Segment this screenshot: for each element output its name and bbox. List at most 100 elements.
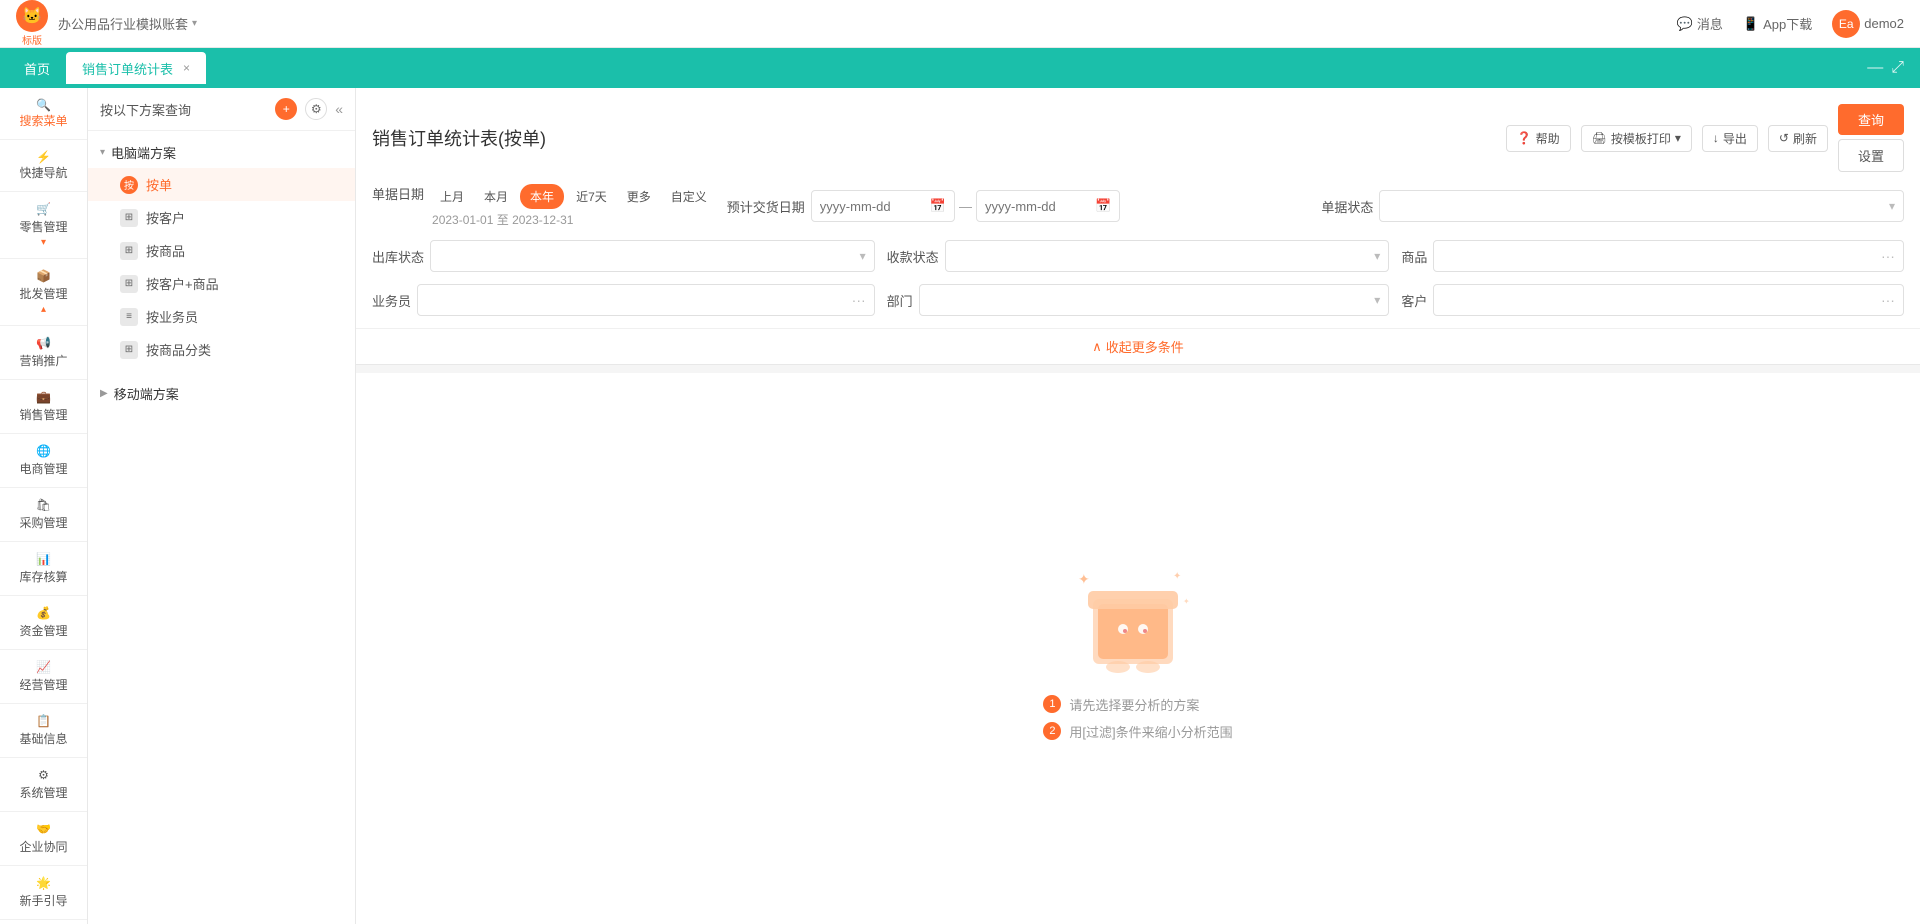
scheme-pc-group[interactable]: ▾ 电脑端方案 bbox=[88, 137, 355, 168]
sidebar-item-corp[interactable]: 🤝 企业协同 bbox=[0, 812, 87, 866]
app-name: 办公用品行业模拟账套 bbox=[58, 14, 188, 33]
sidebar-item-finance[interactable]: 💰 资金管理 bbox=[0, 596, 87, 650]
more-btn[interactable]: 更多 bbox=[619, 184, 659, 209]
sidebar-retail-label: 零售管理 bbox=[19, 218, 67, 235]
payment-status-filter: 收款状态 ▾ bbox=[887, 240, 1390, 272]
sidebar-item-basic[interactable]: 📋 基础信息 bbox=[0, 704, 87, 758]
scheme-item-by-order[interactable]: 按 按单 bbox=[88, 168, 355, 201]
sidebar-item-system[interactable]: ⚙ 系统管理 bbox=[0, 758, 87, 812]
hint-text-1: 请先选择要分析的方案 bbox=[1069, 695, 1199, 714]
scheme-by-customer-label: 按客户 bbox=[146, 208, 185, 227]
chevron-down-icon: ▾ bbox=[192, 18, 197, 29]
last7-btn[interactable]: 近7天 bbox=[568, 184, 615, 209]
calendar-icon-2: 📅 bbox=[1095, 198, 1111, 214]
expected-delivery-end-input[interactable] bbox=[985, 199, 1095, 214]
chevron-down-icon: ▾ bbox=[860, 249, 866, 263]
help-button[interactable]: ❓ 帮助 bbox=[1506, 125, 1571, 152]
collapse-panel-button[interactable]: « bbox=[335, 101, 343, 117]
app-download-btn[interactable]: 📱 App下载 bbox=[1743, 14, 1812, 33]
setting-button[interactable]: 设置 bbox=[1838, 139, 1904, 172]
sidebar-newbie-label: 新手引导 bbox=[19, 892, 67, 909]
product-control[interactable]: ··· bbox=[1433, 240, 1904, 272]
add-scheme-button[interactable]: + bbox=[275, 98, 297, 120]
scheme-item-by-customer[interactable]: ⊞ 按客户 bbox=[88, 201, 355, 234]
sidebar-search[interactable]: 🔍 搜索菜单 bbox=[0, 88, 87, 140]
last-month-btn[interactable]: 上月 bbox=[432, 184, 472, 209]
chevron-down-icon: ▾ bbox=[1889, 199, 1895, 213]
salesperson-label: 业务员 bbox=[372, 291, 411, 310]
salesperson-input[interactable] bbox=[426, 293, 852, 308]
setting-scheme-button[interactable]: ⚙ bbox=[305, 98, 327, 120]
sidebar-item-sales[interactable]: 💼 销售管理 bbox=[0, 380, 87, 434]
sidebar-item-marketing[interactable]: 📢 营销推广 bbox=[0, 326, 87, 380]
salesperson-control[interactable]: ··· bbox=[417, 284, 875, 316]
sidebar-shortcut-label: 快捷导航 bbox=[8, 164, 79, 181]
chevron-right-icon: ▶ bbox=[100, 388, 108, 399]
query-button[interactable]: 查询 bbox=[1838, 104, 1904, 135]
maximize-button[interactable]: ⤢ bbox=[1891, 59, 1904, 77]
customer-input[interactable] bbox=[1442, 293, 1881, 308]
shipment-status-label: 出库状态 bbox=[372, 247, 424, 266]
this-month-btn[interactable]: 本月 bbox=[476, 184, 516, 209]
more-options-icon[interactable]: ··· bbox=[1881, 248, 1895, 264]
filter-row-3: 业务员 ··· 部门 ▾ 客户 bbox=[372, 284, 1904, 316]
customer-label: 客户 bbox=[1401, 291, 1427, 310]
customer-control[interactable]: ··· bbox=[1433, 284, 1904, 316]
minimize-button[interactable]: — bbox=[1867, 59, 1883, 77]
sidebar-shortcut[interactable]: ⚡ 快捷导航 bbox=[0, 140, 87, 192]
scheme-by-customer-icon: ⊞ bbox=[120, 209, 138, 227]
query-scheme-title: 按以下方案查询 bbox=[100, 100, 191, 119]
more-options-icon-2[interactable]: ··· bbox=[852, 292, 866, 308]
retail-icon: 🛒 bbox=[36, 202, 51, 216]
user-profile[interactable]: Ea demo2 bbox=[1832, 10, 1904, 38]
scheme-by-product-icon: ⊞ bbox=[120, 242, 138, 260]
product-filter: 商品 ··· bbox=[1401, 240, 1904, 272]
query-label: 查询 bbox=[1858, 113, 1884, 128]
scheme-item-by-product[interactable]: ⊞ 按商品 bbox=[88, 234, 355, 267]
sidebar-item-wholesale[interactable]: 📦 批发管理 ▴ bbox=[0, 259, 87, 326]
this-year-btn[interactable]: 本年 bbox=[520, 184, 564, 209]
department-select[interactable]: ▾ bbox=[919, 284, 1390, 316]
sidebar-item-inventory[interactable]: 📊 库存核算 bbox=[0, 542, 87, 596]
scheme-by-cust-prod-icon: ⊞ bbox=[120, 275, 138, 293]
print-button[interactable]: 🖨 按模板打印 ▾ bbox=[1581, 125, 1692, 152]
tab-sales-order-stats[interactable]: 销售订单统计表 × bbox=[66, 52, 206, 84]
export-button[interactable]: ↓ 导出 bbox=[1702, 125, 1758, 152]
sidebar-item-appstore[interactable]: 🔲 应用中心 bbox=[0, 920, 87, 924]
filter-row-1: 单据日期 上月 本月 本年 近7天 更多 自定义 2023-01-01 至 20… bbox=[372, 184, 1904, 228]
tab-home[interactable]: 首页 bbox=[8, 52, 66, 84]
filter-toolbar-right: ❓ 帮助 🖨 按模板打印 ▾ ↓ 导出 ↺ bbox=[1506, 104, 1904, 172]
date-filter-controls: 上月 本月 本年 近7天 更多 自定义 2023-01-01 至 2023-12… bbox=[432, 184, 715, 228]
calendar-icon: 📅 bbox=[930, 198, 946, 214]
product-input[interactable] bbox=[1442, 249, 1881, 264]
scheme-mobile-group[interactable]: ▶ 移动端方案 bbox=[88, 378, 355, 409]
expected-delivery-start-box: 📅 bbox=[811, 190, 955, 222]
scheme-by-category-label: 按商品分类 bbox=[146, 340, 211, 359]
sidebar-item-operation[interactable]: 📈 经营管理 bbox=[0, 650, 87, 704]
download-icon: 📱 bbox=[1743, 16, 1759, 32]
sidebar-item-ecommerce[interactable]: 🌐 电商管理 bbox=[0, 434, 87, 488]
sidebar-item-retail[interactable]: 🛒 零售管理 ▾ bbox=[0, 192, 87, 259]
expected-delivery-start-input[interactable] bbox=[820, 199, 930, 214]
scheme-item-by-cust-prod[interactable]: ⊞ 按客户+商品 bbox=[88, 267, 355, 300]
sidebar-item-newbie[interactable]: 🌟 新手引导 bbox=[0, 866, 87, 920]
refresh-icon: ↺ bbox=[1779, 131, 1789, 145]
refresh-label: 刷新 bbox=[1793, 130, 1817, 147]
scheme-item-by-staff[interactable]: ≡ 按业务员 bbox=[88, 300, 355, 333]
payment-status-select[interactable]: ▾ bbox=[945, 240, 1390, 272]
doc-status-select[interactable]: ▾ bbox=[1379, 190, 1904, 222]
more-options-icon-3[interactable]: ··· bbox=[1881, 292, 1895, 308]
collapse-more-btn[interactable]: ∧ 收起更多条件 bbox=[356, 328, 1920, 364]
chevron-down-icon: ▾ bbox=[1675, 131, 1681, 145]
custom-btn[interactable]: 自定义 bbox=[663, 184, 715, 209]
top-bar-left: 🐱 标版 办公用品行业模拟账套 ▾ bbox=[16, 0, 197, 47]
sidebar-item-purchase[interactable]: 🛍 采购管理 bbox=[0, 488, 87, 542]
refresh-button[interactable]: ↺ 刷新 bbox=[1768, 125, 1828, 152]
user-name: demo2 bbox=[1864, 16, 1904, 31]
tab-close-icon[interactable]: × bbox=[183, 61, 190, 75]
scheme-mobile-section: ▶ 移动端方案 bbox=[88, 372, 355, 415]
message-btn[interactable]: 💬 消息 bbox=[1677, 14, 1723, 33]
shipment-status-select[interactable]: ▾ bbox=[430, 240, 875, 272]
scheme-item-by-category[interactable]: ⊞ 按商品分类 bbox=[88, 333, 355, 366]
app-selector[interactable]: 办公用品行业模拟账套 ▾ bbox=[58, 14, 197, 33]
